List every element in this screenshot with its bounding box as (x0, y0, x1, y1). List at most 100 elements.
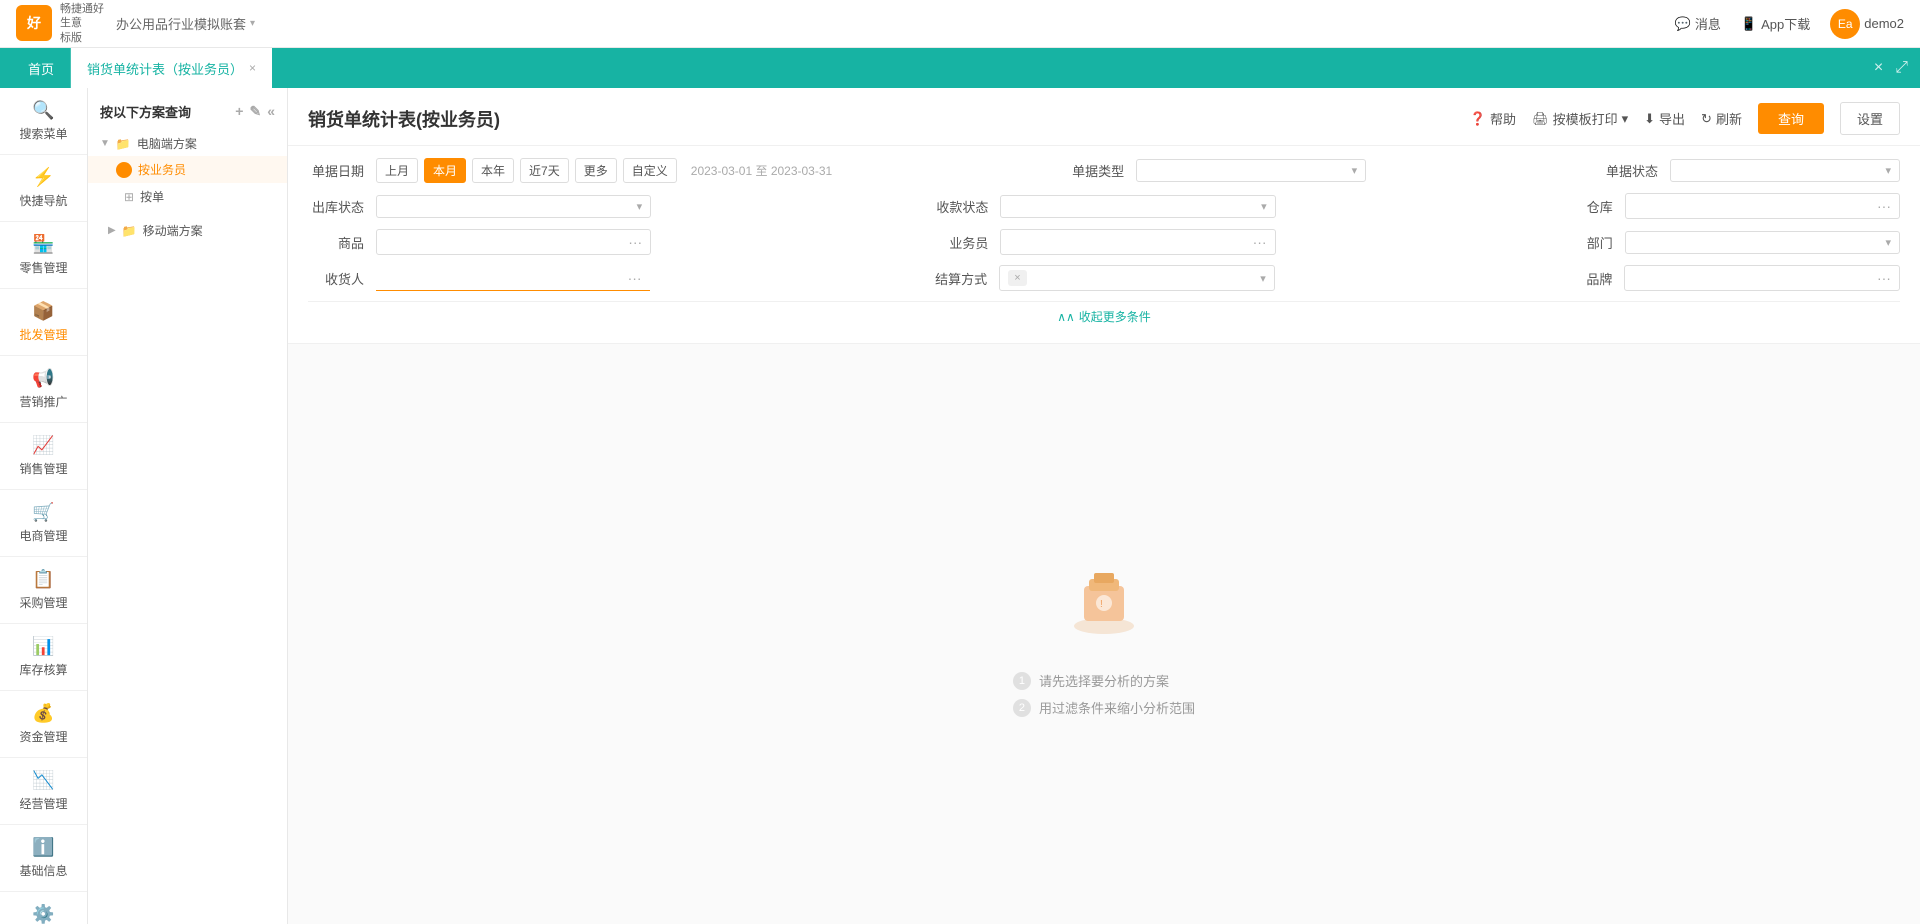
settings-button[interactable]: 设置 (1840, 102, 1900, 135)
desktop-arrow-icon: ▼ (100, 138, 110, 149)
app-download-button[interactable]: 📱 App下载 (1741, 14, 1810, 33)
tab-home[interactable]: 首页 (12, 48, 71, 88)
receiver-input[interactable]: ··· (376, 266, 650, 291)
payment-select[interactable]: ▾ (1000, 195, 1275, 218)
sidebar-item-operations[interactable]: 📉 经营管理 (0, 758, 87, 825)
date-last7-btn[interactable]: 近7天 (520, 158, 569, 183)
desktop-folder-icon: 📁 (116, 137, 131, 151)
settlement-arrow: ▾ (1260, 272, 1266, 285)
filter-row-1: 单据日期 上月 本月 本年 近7天 更多 自定义 2023-03-01 至 20… (308, 158, 1900, 183)
print-icon: 🖨 (1532, 111, 1549, 127)
sidebar: 🔍 搜索菜单 ⚡ 快捷导航 🏪 零售管理 📦 批发管理 📢 营销推广 📈 销售管… (0, 88, 88, 924)
warehouse-dots: ··· (1877, 198, 1891, 214)
delivery-select[interactable]: ▾ (376, 195, 651, 218)
logo-text: 畅捷通好生意 标版 (60, 2, 104, 45)
sidebar-item-search[interactable]: 🔍 搜索菜单 (0, 88, 87, 155)
warehouse-label: 仓库 (1557, 197, 1613, 216)
topbar-dropdown-icon[interactable]: ▾ (250, 18, 255, 29)
window-close-icon[interactable]: × (1874, 59, 1883, 77)
refresh-button[interactable]: ↻ 刷新 (1701, 109, 1742, 128)
ecommerce-icon: 🛒 (32, 502, 54, 523)
brand-input[interactable]: ··· (1624, 265, 1900, 291)
page-title: 销货单统计表(按业务员) (308, 106, 1470, 132)
salesperson-label: 业务员 (932, 233, 988, 252)
scheme-item-by-salesperson[interactable]: 员 按业务员 (88, 156, 287, 183)
payment-arrow: ▾ (1261, 200, 1267, 213)
content-area: 按以下方案查询 + ✎ « ▼ 📁 电脑端方案 员 按业务员 ⊞ (88, 88, 1920, 924)
export-button[interactable]: ⬇ 导出 (1644, 109, 1685, 128)
settlement-select[interactable]: × ▾ (999, 265, 1275, 291)
scheme-mobile-title[interactable]: ▶ 📁 移动端方案 (88, 218, 287, 243)
settlement-label: 结算方式 (931, 269, 987, 288)
doc-status-select[interactable]: ▾ (1670, 159, 1900, 182)
refresh-icon: ↻ (1701, 111, 1712, 127)
topbar-title: 办公用品行业模拟账套 ▾ (116, 14, 1675, 33)
salesperson-dots: ··· (1253, 234, 1267, 250)
scheme-collapse-icon[interactable]: « (267, 103, 275, 120)
sidebar-item-sales[interactable]: 📈 销售管理 (0, 423, 87, 490)
brand-label: 品牌 (1556, 269, 1612, 288)
sidebar-item-marketing[interactable]: 📢 营销推广 (0, 356, 87, 423)
sidebar-item-inventory[interactable]: 📊 库存核算 (0, 624, 87, 691)
filter-row-3: 商品 ··· 业务员 ··· 部门 ▾ (308, 229, 1900, 255)
user-menu[interactable]: Ea demo2 (1830, 9, 1904, 39)
subitem-icon: ⊞ (124, 190, 134, 204)
date-more-btn[interactable]: 更多 (575, 158, 617, 183)
wholesale-icon: 📦 (32, 301, 54, 322)
dept-select[interactable]: ▾ (1625, 231, 1900, 254)
goods-label: 商品 (308, 233, 364, 252)
tab-sales-stats[interactable]: 销货单统计表（按业务员） × (71, 48, 272, 88)
date-last-month-btn[interactable]: 上月 (376, 158, 418, 183)
sidebar-item-basics[interactable]: ℹ️ 基础信息 (0, 825, 87, 892)
sidebar-item-quicknav[interactable]: ⚡ 快捷导航 (0, 155, 87, 222)
doc-type-arrow: ▾ (1352, 164, 1358, 177)
scheme-desktop-title[interactable]: ▼ 📁 电脑端方案 (88, 131, 287, 156)
avatar: Ea (1830, 9, 1860, 39)
sidebar-item-finance[interactable]: 💰 资金管理 (0, 691, 87, 758)
filter-area: 单据日期 上月 本月 本年 近7天 更多 自定义 2023-03-01 至 20… (288, 146, 1920, 344)
query-button[interactable]: 查询 (1758, 103, 1824, 134)
empty-area: ! 1 请先选择要分析的方案 2 用过滤条件来缩小分析范围 (288, 344, 1920, 924)
purchase-icon: 📋 (32, 569, 54, 590)
settlement-tag-x[interactable]: × (1014, 272, 1020, 284)
brand-dots: ··· (1877, 270, 1891, 286)
hint-num-1: 1 (1013, 672, 1031, 690)
empty-hints: 1 请先选择要分析的方案 2 用过滤条件来缩小分析范围 (1013, 671, 1195, 717)
message-icon: 💬 (1675, 16, 1691, 32)
sidebar-item-purchase[interactable]: 📋 采购管理 (0, 557, 87, 624)
scheme-add-icon[interactable]: + (235, 103, 243, 120)
page-actions: ❓ 帮助 🖨 按模板打印 ▾ ⬇ 导出 ↻ 刷新 (1470, 102, 1900, 135)
logo-icon: 好 (16, 5, 52, 41)
scheme-header: 按以下方案查询 + ✎ « (88, 96, 287, 127)
collapse-more-btn[interactable]: ∧∧ 收起更多条件 (308, 301, 1900, 331)
date-this-year-btn[interactable]: 本年 (472, 158, 514, 183)
maximize-icon[interactable]: ⤢ (1895, 59, 1908, 77)
sidebar-item-ecommerce[interactable]: 🛒 电商管理 (0, 490, 87, 557)
help-button[interactable]: ❓ 帮助 (1470, 109, 1516, 128)
sidebar-item-system[interactable]: ⚙️ 系统管理 (0, 892, 87, 924)
phone-icon: 📱 (1741, 16, 1757, 32)
message-button[interactable]: 💬 消息 (1675, 14, 1721, 33)
date-label: 单据日期 (308, 161, 364, 180)
logo-area: 好 畅捷通好生意 标版 (16, 2, 104, 45)
sidebar-item-wholesale[interactable]: 📦 批发管理 (0, 289, 87, 356)
svg-text:!: ! (1100, 599, 1103, 610)
page-title-bar: 销货单统计表(按业务员) ❓ 帮助 🖨 按模板打印 ▾ ⬇ 导出 (288, 88, 1920, 146)
empty-hint-1: 1 请先选择要分析的方案 (1013, 671, 1195, 690)
date-custom-btn[interactable]: 自定义 (623, 158, 677, 183)
tab-close-icon[interactable]: × (249, 61, 256, 75)
retail-icon: 🏪 (32, 234, 54, 255)
doc-type-label: 单据类型 (1068, 161, 1124, 180)
scheme-subitem-by-doc[interactable]: ⊞ 按单 (88, 183, 287, 210)
date-this-month-btn[interactable]: 本月 (424, 158, 466, 183)
warehouse-input[interactable]: ··· (1625, 193, 1900, 219)
print-button[interactable]: 🖨 按模板打印 ▾ (1532, 109, 1628, 128)
scheme-edit-icon[interactable]: ✎ (249, 103, 261, 120)
tabbar-right: × ⤢ (1874, 59, 1908, 77)
doc-type-select[interactable]: ▾ (1136, 159, 1366, 182)
salesperson-input[interactable]: ··· (1000, 229, 1275, 255)
goods-input[interactable]: ··· (376, 229, 651, 255)
filter-row-4: 收货人 ··· 结算方式 × ▾ 品牌 (308, 265, 1900, 291)
date-filter-group: 上月 本月 本年 近7天 更多 自定义 2023-03-01 至 2023-03… (376, 158, 832, 183)
sidebar-item-retail[interactable]: 🏪 零售管理 (0, 222, 87, 289)
